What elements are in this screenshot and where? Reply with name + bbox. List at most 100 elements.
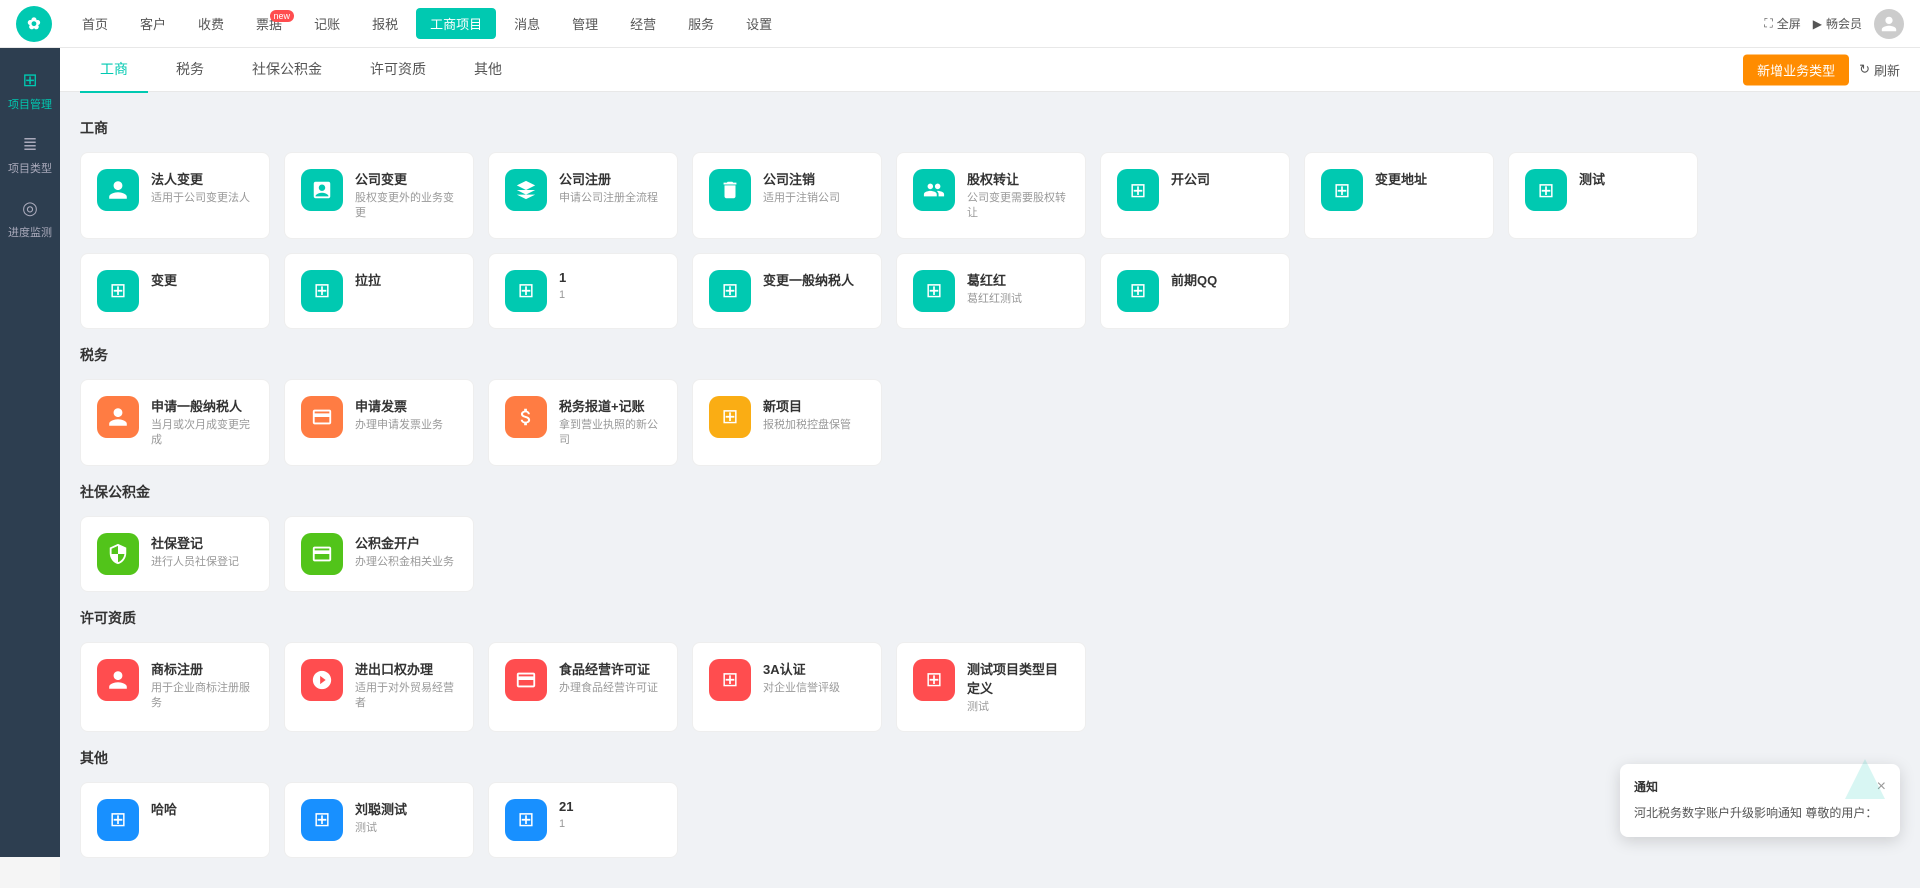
card-ceshi[interactable]: ⊞ 测试 [1508,152,1698,239]
nav-settings[interactable]: 设置 [732,8,786,39]
card-text-dizhi: 变更地址 [1375,169,1427,191]
card-text-ghh: 葛红红 葛红红测试 [967,270,1022,307]
nav-accounting[interactable]: 记账 [300,8,354,39]
card-haha[interactable]: ⊞ 哈哈 [80,782,270,858]
card-biangeng2[interactable]: ⊞ 变更 [80,253,270,329]
main-content: 工商 税务 社保公积金 许可资质 其他 新增业务类型 ↻ 刷新 工商 法人变更 … [60,48,1920,888]
progress-icon: ◎ [18,196,42,220]
card-text-gongsi-bg: 公司变更 股权变更外的业务变更 [355,169,457,222]
card-1[interactable]: ⊞ 1 1 [488,253,678,329]
card-icon-sp [505,659,547,701]
card-gongsi-zhuxiao[interactable]: 公司注销 适用于注销公司 [692,152,882,239]
card-shenqing-fapiao[interactable]: 申请发票 办理申请发票业务 [284,379,474,466]
card-kai-gongsi[interactable]: ⊞ 开公司 [1100,152,1290,239]
card-text-bg2: 变更 [151,270,177,292]
nav-message[interactable]: 消息 [500,8,554,39]
tab-gongshang[interactable]: 工商 [80,47,148,93]
sub-tabs-actions: 新增业务类型 ↻ 刷新 [1743,54,1900,85]
card-icon-guquan [913,169,955,211]
card-text-haha: 哈哈 [151,799,177,821]
card-icon-zhuxiao [709,169,751,211]
nav-manage[interactable]: 管理 [558,8,612,39]
nav-service[interactable]: 服务 [674,8,728,39]
top-nav-right: ⛶ 全屏 ▶ 畅会员 [1764,9,1904,39]
project-type-icon: ≣ [18,132,42,156]
card-liucong[interactable]: ⊞ 刘聪测试 测试 [284,782,474,858]
tab-qita[interactable]: 其他 [454,47,522,93]
card-test-xuke[interactable]: ⊞ 测试项目类型目定义 测试 [896,642,1086,732]
card-icon-1: ⊞ [505,270,547,312]
card-gongsi-zhuce[interactable]: 公司注册 申请公司注册全流程 [488,152,678,239]
nav-tax[interactable]: 报税 [358,8,412,39]
card-gehonghong[interactable]: ⊞ 葛红红 葛红红测试 [896,253,1086,329]
card-text-qq: 前期QQ [1171,270,1217,292]
card-icon-3a: ⊞ [709,659,751,701]
card-icon-lala: ⊞ [301,270,343,312]
card-icon-lc: ⊞ [301,799,343,841]
card-icon-faren [97,169,139,211]
nav-gongshang[interactable]: 工商项目 [416,8,496,39]
card-gjj-kaihu[interactable]: 公积金开户 办理公积金相关业务 [284,516,474,592]
card-jinchuko[interactable]: 进出口权办理 适用于对外贸易经营者 [284,642,474,732]
card-gongsi-biangeng[interactable]: 公司变更 股权变更外的业务变更 [284,152,474,239]
section-title-xuke: 许可资质 [80,608,1900,628]
member-icon: ▶ [1813,17,1822,31]
card-icon-kai: ⊞ [1117,169,1159,211]
card-21[interactable]: ⊞ 21 1 [488,782,678,858]
card-tax-jizh[interactable]: 税务报道+记账 拿到营业执照的新公司 [488,379,678,466]
sidebar-item-project-manage[interactable]: ⊞ 项目管理 [0,58,60,122]
card-shangbiao[interactable]: 商标注册 用于企业商标注册服务 [80,642,270,732]
card-text-sb: 商标注册 用于企业商标注册服务 [151,659,253,712]
card-icon-sb [97,659,139,701]
avatar[interactable] [1874,9,1904,39]
fullscreen-button[interactable]: ⛶ 全屏 [1764,15,1800,32]
card-faren-biangeng[interactable]: 法人变更 适用于公司变更法人 [80,152,270,239]
refresh-icon: ↻ [1859,62,1870,78]
card-shenqing-납세[interactable]: 申请一般纳税人 当月或次月成变更完成 [80,379,270,466]
card-text-nase: 变更一般纳税人 [763,270,854,292]
nav-operation[interactable]: 经营 [616,8,670,39]
card-qianqi-qq[interactable]: ⊞ 前期QQ [1100,253,1290,329]
card-text-3a: 3A认证 对企业信誉评级 [763,659,840,696]
tab-xuke[interactable]: 许可资质 [350,47,446,93]
card-text-sbdj: 社保登记 进行人员社保登记 [151,533,239,570]
sidebar-item-progress[interactable]: ◎ 进度监测 [0,186,60,250]
card-shebao-dengji[interactable]: 社保登记 进行人员社保登记 [80,516,270,592]
card-icon-fp [301,396,343,438]
card-lala[interactable]: ⊞ 拉拉 [284,253,474,329]
shuiwu-cards: 申请一般纳税人 当月或次月成变更完成 申请发票 办理申请发票业务 税务报道+ [80,379,1900,466]
nav-home[interactable]: 首页 [68,8,122,39]
card-new-project[interactable]: ⊞ 新项目 报税加税控盘保管 [692,379,882,466]
notif-text: 河北税务数字账户升级影响通知 尊敬的用户： [1634,804,1886,823]
card-text-gjj: 公积金开户 办理公积金相关业务 [355,533,454,570]
card-icon-tj [505,396,547,438]
sub-tabs: 工商 税务 社保公积金 许可资质 其他 新增业务类型 ↻ 刷新 [60,48,1920,92]
card-text-zhuxiao: 公司注销 适用于注销公司 [763,169,840,206]
gongshang-cards: 法人变更 适用于公司变更法人 公司变更 股权变更外的业务变更 公司注册 [80,152,1900,329]
new-type-button[interactable]: 新增业务类型 [1743,54,1849,85]
nav-fee[interactable]: 收费 [184,8,238,39]
notification-popup: 通知 × 河北税务数字账户升级影响通知 尊敬的用户： [1620,764,1900,837]
app-logo: ✿ [16,6,52,42]
card-icon-gongsi-bg [301,169,343,211]
member-button[interactable]: ▶ 畅会员 [1813,15,1862,32]
card-3a[interactable]: ⊞ 3A认证 对企业信誉评级 [692,642,882,732]
card-text-np: 新项目 报税加税控盘保管 [763,396,851,433]
sidebar: ⊞ 项目管理 ≣ 项目类型 ◎ 进度监测 [0,48,60,857]
nav-ticket[interactable]: 票据 new [242,8,296,39]
tab-shebao[interactable]: 社保公积金 [232,47,342,93]
sidebar-item-project-type[interactable]: ≣ 项目类型 [0,122,60,186]
nav-customer[interactable]: 客户 [126,8,180,39]
card-icon-nase: ⊞ [709,270,751,312]
project-manage-icon: ⊞ [18,68,42,92]
card-shipin[interactable]: 食品经营许可证 办理食品经营许可证 [488,642,678,732]
tab-shuiwu[interactable]: 税务 [156,47,224,93]
refresh-button[interactable]: ↻ 刷新 [1859,60,1900,79]
card-text-guquan: 股权转让 公司变更需要股权转让 [967,169,1069,222]
card-text-fp: 申请发票 办理申请发票业务 [355,396,443,433]
card-guquan-zhuanrang[interactable]: 股权转让 公司变更需要股权转让 [896,152,1086,239]
top-nav: ✿ 首页 客户 收费 票据 new 记账 报税 工商项目 消息 管理 经营 服务… [0,0,1920,48]
card-text-sp: 食品经营许可证 办理食品经营许可证 [559,659,658,696]
card-biangeng-dizhi[interactable]: ⊞ 变更地址 [1304,152,1494,239]
card-biangeng-납세[interactable]: ⊞ 变更一般纳税人 [692,253,882,329]
